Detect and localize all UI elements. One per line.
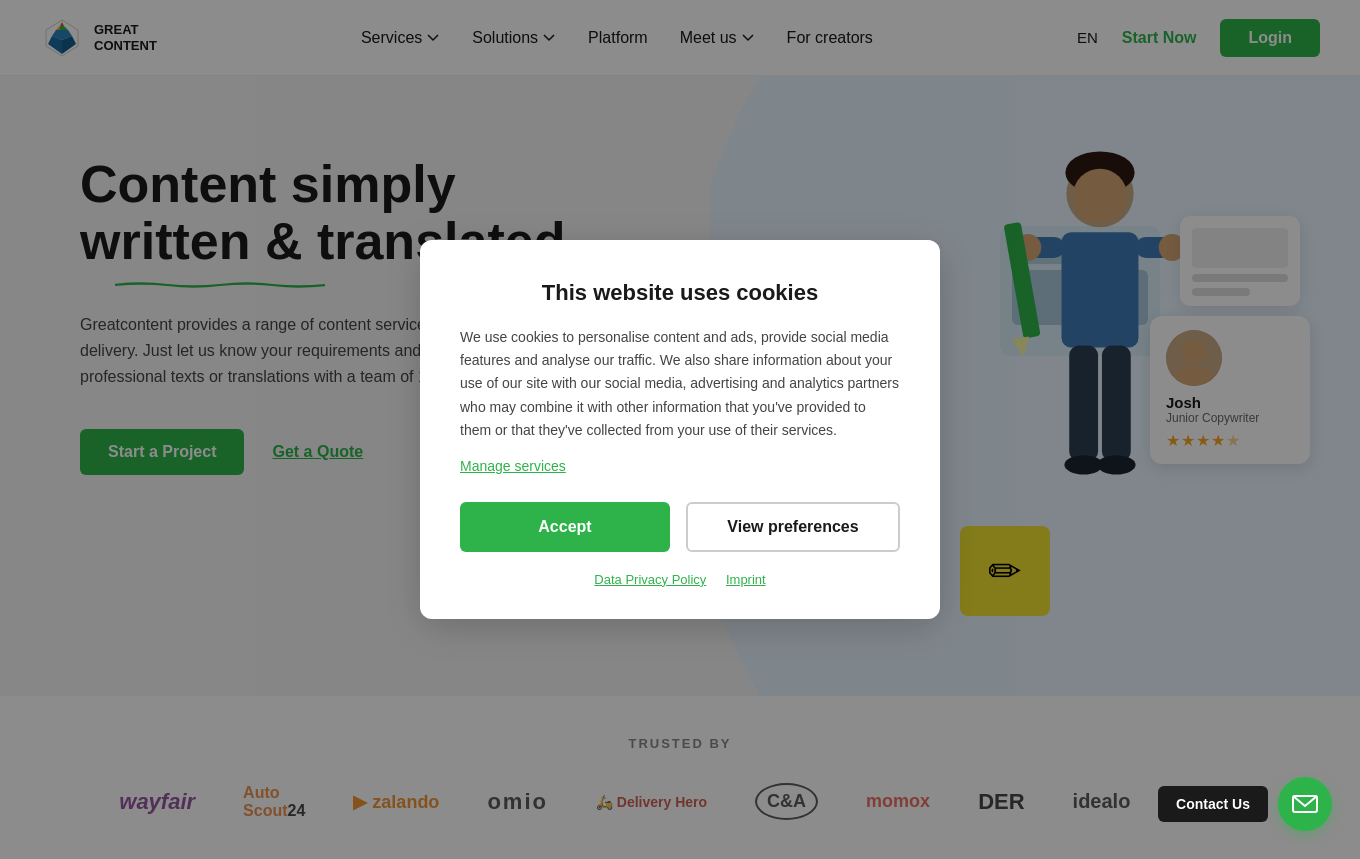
cookie-overlay: This website uses cookies We use cookies… — [0, 0, 1360, 859]
imprint-link[interactable]: Imprint — [726, 572, 766, 587]
accept-button[interactable]: Accept — [460, 502, 670, 552]
privacy-policy-link[interactable]: Data Privacy Policy — [594, 572, 706, 587]
cookie-modal: This website uses cookies We use cookies… — [420, 240, 940, 618]
envelope-icon — [1291, 790, 1319, 818]
contact-button-wrap: Contact Us — [1158, 777, 1332, 831]
contact-button[interactable] — [1278, 777, 1332, 831]
contact-label: Contact Us — [1158, 786, 1268, 822]
cookie-text: We use cookies to personalise content an… — [460, 326, 900, 441]
cookie-buttons: Accept View preferences — [460, 502, 900, 552]
cookie-title: This website uses cookies — [460, 280, 900, 306]
cookie-links: Data Privacy Policy Imprint — [460, 572, 900, 587]
view-preferences-button[interactable]: View preferences — [686, 502, 900, 552]
manage-services-link[interactable]: Manage services — [460, 458, 900, 474]
